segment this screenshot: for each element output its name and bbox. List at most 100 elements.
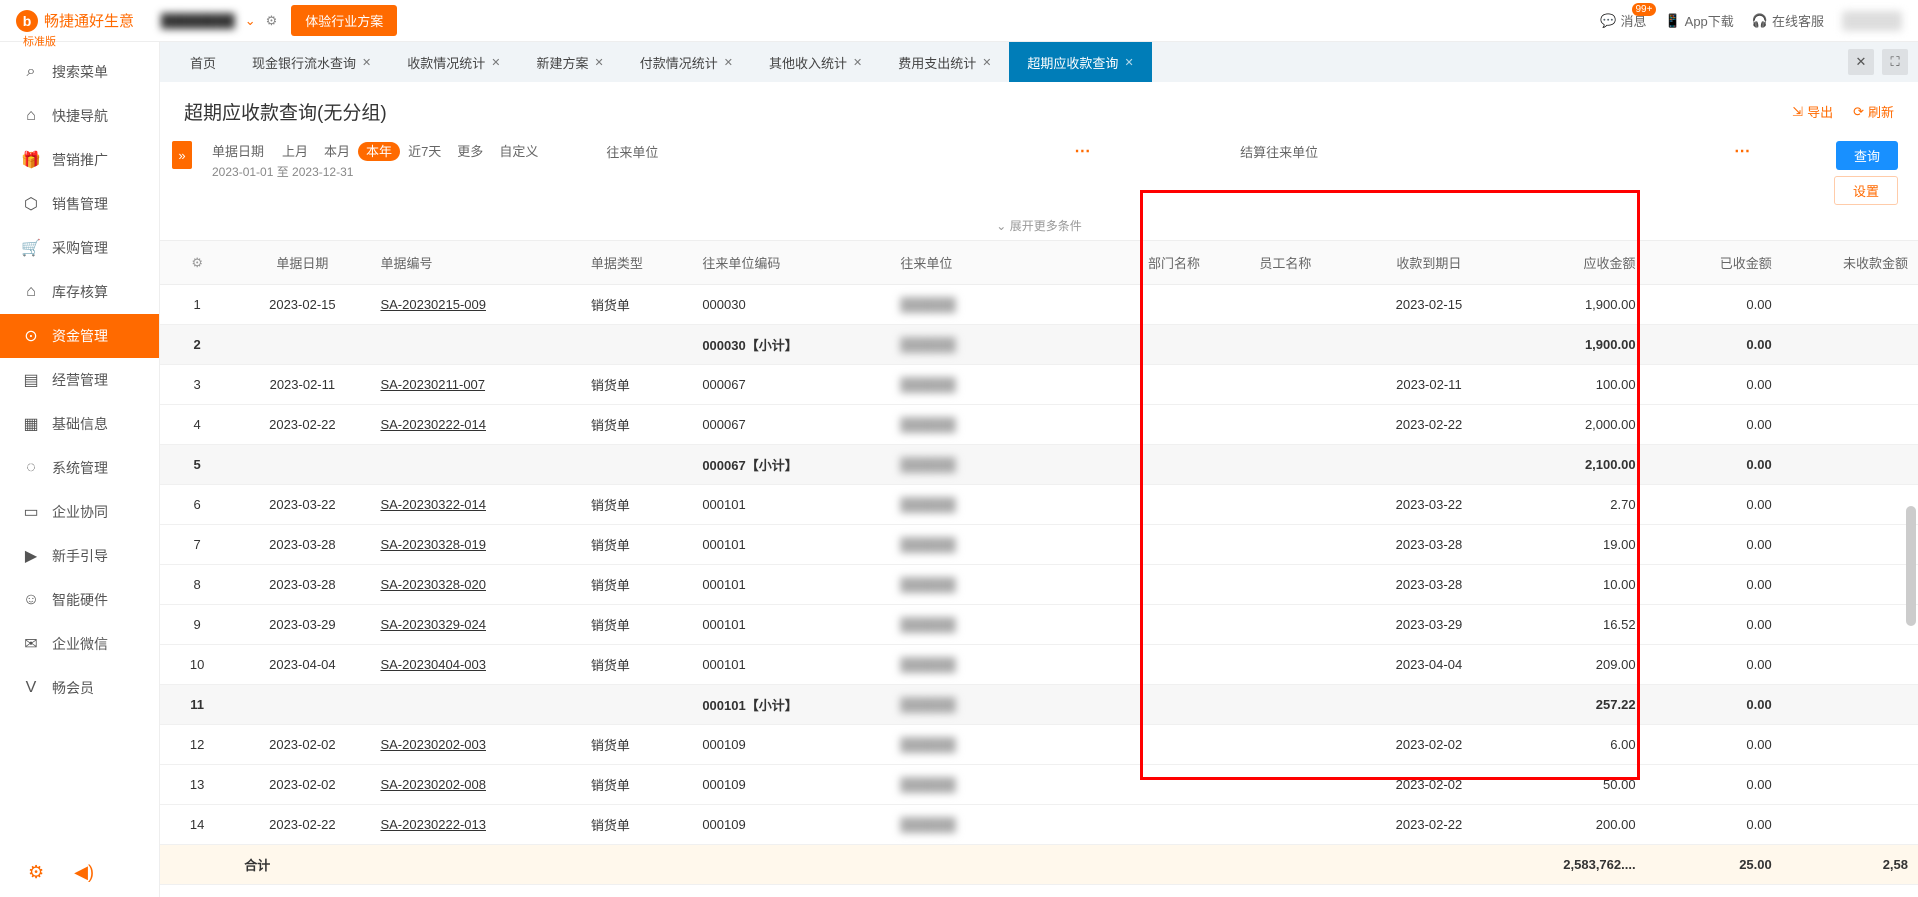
table-row[interactable]: 132023-02-02SA-20230202-008销货单000109████… [160,765,1918,805]
table-row[interactable]: 72023-03-28SA-20230328-019销货单000101█████… [160,525,1918,565]
table-row[interactable]: 11000101【小计】██████257.220.00 [160,685,1918,725]
close-icon[interactable]: ✕ [491,56,500,69]
org-selector[interactable]: ████████ [161,13,235,28]
tab-5[interactable]: 其他收入统计✕ [751,42,880,82]
close-icon[interactable]: ✕ [982,56,991,69]
settings-icon[interactable]: ⚙ [28,862,44,883]
sidebar-item-13[interactable]: ✉企业微信 [0,622,159,666]
table-row[interactable]: 12023-02-15SA-20230215-009销货单000030█████… [160,285,1918,325]
tab-label: 收款情况统计 [407,53,485,72]
doc-link[interactable]: SA-20230322-014 [380,497,486,512]
doc-link[interactable]: SA-20230328-019 [380,537,486,552]
close-icon[interactable]: ✕ [1124,56,1133,69]
sidebar-item-1[interactable]: ⌂快捷导航 [0,94,159,138]
column-header[interactable]: 未收款金额 [1782,241,1918,285]
table-row[interactable]: 102023-04-04SA-20230404-003销货单000101████… [160,645,1918,685]
tab-2[interactable]: 收款情况统计 ✕ [389,42,518,82]
table-row[interactable]: 142023-02-22SA-20230222-013销货单000109████… [160,805,1918,845]
tab-4[interactable]: 付款情况统计✕ [622,42,751,82]
headset-icon: 🎧 [1752,13,1768,29]
table-row[interactable]: 5000067【小计】██████2,100.000.00 [160,445,1918,485]
date-chip-3[interactable]: 近7天 [400,142,449,161]
doc-link[interactable]: SA-20230202-008 [380,777,486,792]
sidebar-item-3[interactable]: ⬡销售管理 [0,182,159,226]
logo[interactable]: b 畅捷通好生意 [16,10,161,32]
column-header[interactable]: ⚙ [160,241,234,285]
sidebar-item-0[interactable]: ⌕搜索菜单 [0,50,159,94]
sidebar-item-6[interactable]: ⊙资金管理 [0,314,159,358]
user-menu[interactable] [1842,11,1902,31]
doc-link[interactable]: SA-20230329-024 [380,617,486,632]
tab-label: 首页 [190,53,216,72]
column-header[interactable]: 往来单位 [890,241,1138,285]
doc-link[interactable]: SA-20230215-009 [380,297,486,312]
date-chip-4[interactable]: 更多 [449,142,491,161]
close-tab-button[interactable]: ✕ [1848,49,1874,75]
table-row[interactable]: 32023-02-11SA-20230211-007销货单000067█████… [160,365,1918,405]
more-icon[interactable]: ⋯ [1734,141,1750,161]
gear-icon[interactable]: ⚙ [266,13,278,29]
sidebar-item-4[interactable]: 🛒采购管理 [0,226,159,270]
column-header[interactable]: 收款到期日 [1348,241,1509,285]
sidebar-item-7[interactable]: ▤经营管理 [0,358,159,402]
sidebar-item-5[interactable]: ⌂库存核算 [0,270,159,314]
fullscreen-button[interactable]: ⛶ [1882,49,1908,75]
doc-link[interactable]: SA-20230222-013 [380,817,486,832]
table-row[interactable]: 82023-03-28SA-20230328-020销货单000101█████… [160,565,1918,605]
settings-button[interactable]: 设置 [1834,176,1898,205]
date-chip-5[interactable]: 自定义 [491,142,546,161]
column-header[interactable]: 部门名称 [1138,241,1249,285]
query-button[interactable]: 查询 [1836,141,1898,170]
sidebar-item-10[interactable]: ▭企业协同 [0,490,159,534]
tab-1[interactable]: 现金银行流水查询 ✕ [234,42,389,82]
support-link[interactable]: 🎧 在线客服 [1752,11,1824,30]
sidebar-item-2[interactable]: 🎁营销推广 [0,138,159,182]
trial-button[interactable]: 体验行业方案 [291,5,397,36]
table-row[interactable]: 92023-03-29SA-20230329-024销货单000101█████… [160,605,1918,645]
scrollbar[interactable] [1906,506,1916,626]
column-header[interactable]: 单据类型 [581,241,692,285]
sidebar-item-12[interactable]: ☺智能硬件 [0,578,159,622]
doc-link[interactable]: SA-20230211-007 [380,377,485,392]
column-header[interactable]: 已收金额 [1646,241,1782,285]
tab-0[interactable]: 首页 [172,42,234,82]
column-header[interactable]: 往来单位编码 [692,241,890,285]
table-row[interactable]: 62023-03-22SA-20230322-014销货单000101█████… [160,485,1918,525]
close-icon[interactable]: ✕ [853,56,862,69]
tab-6[interactable]: 费用支出统计✕ [880,42,1009,82]
app-download-link[interactable]: 📱 App下载 [1664,11,1733,30]
collapse-sidebar-icon[interactable]: ◀) [74,862,94,883]
column-header[interactable]: 单据日期 [234,241,370,285]
export-button[interactable]: ⇲导出 [1792,102,1833,121]
sidebar-item-14[interactable]: V畅会员 [0,666,159,710]
doc-link[interactable]: SA-20230222-014 [380,417,486,432]
column-header[interactable]: 单据编号 [370,241,580,285]
close-icon[interactable]: ✕ [595,56,604,69]
collapse-filter-button[interactable]: » [172,141,192,169]
table-row[interactable]: 42023-02-22SA-20230222-014销货单000067█████… [160,405,1918,445]
table-row[interactable]: 2000030【小计】██████1,900.000.00 [160,325,1918,365]
tab-7[interactable]: 超期应收款查询✕ [1009,42,1151,82]
date-chip-2[interactable]: 本年 [358,142,400,161]
tab-3[interactable]: 新建方案✕ [518,42,621,82]
close-icon[interactable]: ✕ [362,56,371,69]
date-chip-0[interactable]: 上月 [274,142,316,161]
doc-link[interactable]: SA-20230202-003 [380,737,486,752]
chevron-down-icon[interactable]: ⌄ [245,13,256,29]
doc-link[interactable]: SA-20230404-003 [380,657,486,672]
sidebar-item-8[interactable]: ▦基础信息 [0,402,159,446]
more-icon[interactable]: ⋯ [1074,141,1090,161]
expand-filters-button[interactable]: ⌄ 展开更多条件 [160,211,1918,241]
doc-link[interactable]: SA-20230328-020 [380,577,486,592]
column-header[interactable]: 员工名称 [1249,241,1348,285]
messages-link[interactable]: 💬 消息 99+ [1600,11,1646,30]
close-icon[interactable]: ✕ [724,56,733,69]
tab-label: 现金银行流水查询 [252,53,356,72]
table-row[interactable]: 122023-02-02SA-20230202-003销货单000109████… [160,725,1918,765]
gear-icon[interactable]: ⚙ [191,255,203,270]
column-header[interactable]: 应收金额 [1509,241,1645,285]
refresh-button[interactable]: ⟳刷新 [1853,102,1894,121]
sidebar-item-9[interactable]: ◌系统管理 [0,446,159,490]
sidebar-item-11[interactable]: ▶新手引导 [0,534,159,578]
date-chip-1[interactable]: 本月 [316,142,358,161]
